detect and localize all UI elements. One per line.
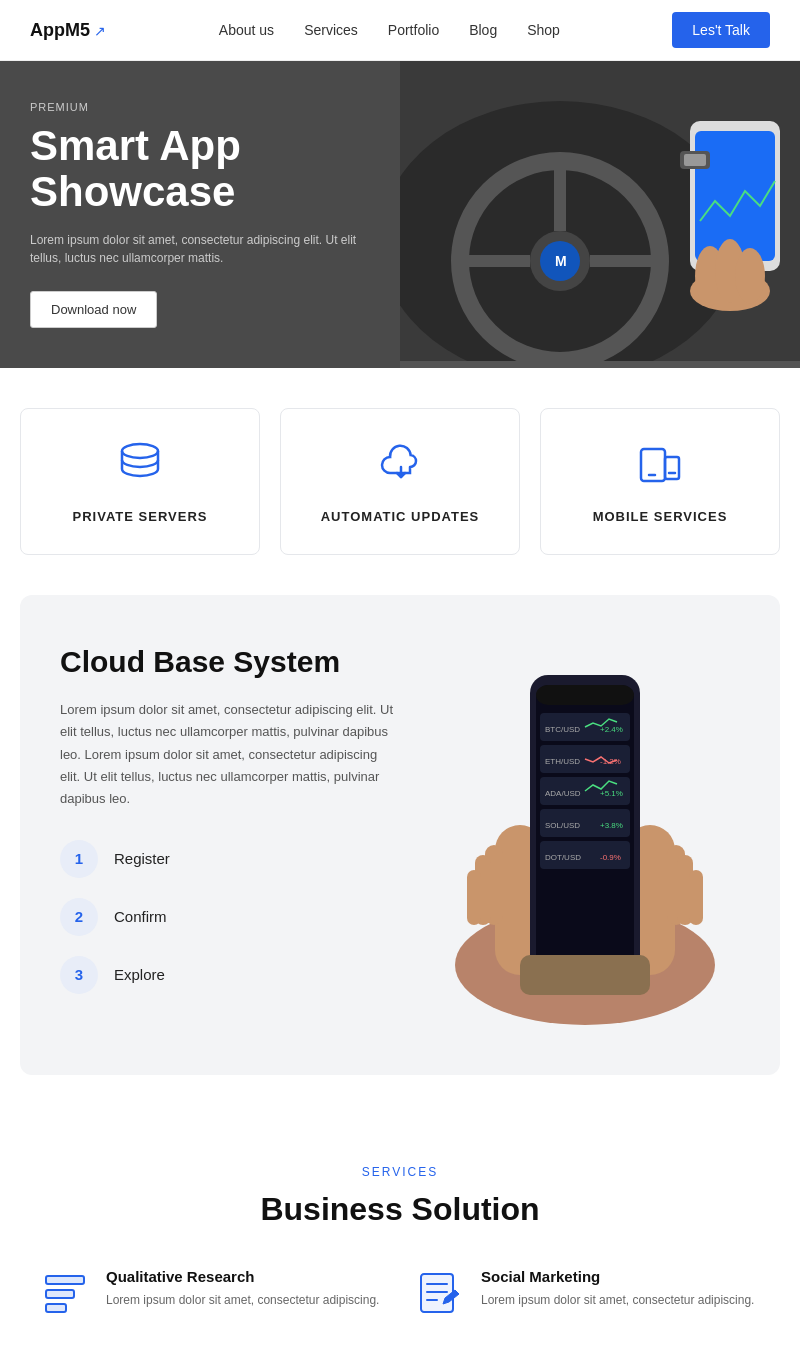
cloud-section: Cloud Base System Lorem ipsum dolor sit … [20,595,780,1075]
qualitative-research-text: Qualitative Research Lorem ipsum dolor s… [106,1268,379,1309]
phone-hands-image: BTC/USD +2.4% ETH/USD -1.2% ADA/USD +5.1… [445,645,725,1025]
svg-text:+5.1%: +5.1% [600,789,623,798]
step-2-number: 2 [60,898,98,936]
cloud-left-content: Cloud Base System Lorem ipsum dolor sit … [60,645,400,993]
step-explore: 3 Explore [60,956,400,994]
nav-link-blog[interactable]: Blog [469,22,497,38]
cloud-description: Lorem ipsum dolor sit amet, consectetur … [60,699,400,809]
svg-rect-34 [536,685,634,705]
svg-text:M: M [555,253,567,269]
qualitative-research-desc: Lorem ipsum dolor sit amet, consectetur … [106,1291,379,1309]
svg-text:SOL/USD: SOL/USD [545,821,580,830]
cloud-download-icon [375,439,425,493]
svg-text:+2.4%: +2.4% [600,725,623,734]
features-section: PRIVATE SERVERS AUTOMATIC UPDATES MOBILE… [0,368,800,595]
services-title: Business Solution [30,1191,770,1228]
feature-card-private-servers: PRIVATE SERVERS [20,408,260,555]
automatic-updates-label: AUTOMATIC UPDATES [321,509,480,524]
svg-point-14 [735,248,765,304]
nav-link-services[interactable]: Services [304,22,358,38]
navbar: AppM5 ↗ About us Services Portfolio Blog… [0,0,800,61]
svg-rect-31 [689,870,703,925]
social-marketing-text: Social Marketing Lorem ipsum dolor sit a… [481,1268,754,1309]
step-register: 1 Register [60,840,400,878]
svg-rect-20 [665,457,679,479]
service-social-marketing: Social Marketing Lorem ipsum dolor sit a… [415,1268,760,1318]
svg-rect-51 [46,1276,84,1284]
nav-link-about[interactable]: About us [219,22,274,38]
download-now-button[interactable]: Download now [30,291,157,328]
svg-text:DOT/USD: DOT/USD [545,853,581,862]
feature-card-automatic-updates: AUTOMATIC UPDATES [280,408,520,555]
steps-list: 1 Register 2 Confirm 3 Explore [60,840,400,994]
step-2-label: Confirm [114,908,167,925]
svg-rect-16 [684,154,706,166]
edit-icon [415,1268,465,1318]
social-marketing-name: Social Marketing [481,1268,754,1285]
svg-rect-55 [46,1304,66,1312]
cloud-section-wrapper: Cloud Base System Lorem ipsum dolor sit … [0,595,800,1105]
cloud-right-image: BTC/USD +2.4% ETH/USD -1.2% ADA/USD +5.1… [430,645,740,1025]
svg-rect-27 [467,870,481,925]
step-3-number: 3 [60,956,98,994]
lets-talk-button[interactable]: Les't Talk [672,12,770,48]
nav-links: About us Services Portfolio Blog Shop [219,21,560,39]
step-confirm: 2 Confirm [60,898,400,936]
svg-rect-53 [46,1290,74,1298]
hero-premium-label: PREMIUM [30,101,370,113]
hero-description: Lorem ipsum dolor sit amet, consectetur … [30,231,370,267]
step-3-label: Explore [114,966,165,983]
logo-arrow-icon: ↗ [94,23,106,39]
hero-title: Smart App Showcase [30,123,370,215]
step-1-number: 1 [60,840,98,878]
feature-card-mobile-services: MOBILE SERVICES [540,408,780,555]
svg-text:+3.8%: +3.8% [600,821,623,830]
svg-text:ETH/USD: ETH/USD [545,757,580,766]
hero-car-image: M [400,61,800,361]
nav-logo: AppM5 ↗ [30,20,106,41]
step-1-label: Register [114,850,170,867]
hero-image: M [400,61,800,368]
svg-point-17 [122,444,158,458]
nav-link-shop[interactable]: Shop [527,22,560,38]
database-icon [115,439,165,493]
service-qualitative-research: Qualitative Research Lorem ipsum dolor s… [40,1268,385,1318]
services-section: SERVICES Business Solution Qualitative R… [0,1105,800,1350]
service-items: Qualitative Research Lorem ipsum dolor s… [30,1268,770,1318]
private-servers-label: PRIVATE SERVERS [73,509,208,524]
qualitative-research-name: Qualitative Research [106,1268,379,1285]
svg-text:BTC/USD: BTC/USD [545,725,580,734]
mobile-services-label: MOBILE SERVICES [593,509,728,524]
hero-content: PREMIUM Smart App Showcase Lorem ipsum d… [0,61,400,368]
social-marketing-desc: Lorem ipsum dolor sit amet, consectetur … [481,1291,754,1309]
nav-link-portfolio[interactable]: Portfolio [388,22,439,38]
devices-icon [635,439,685,493]
logo-text: AppM5 [30,20,90,40]
list-icon [40,1268,90,1318]
svg-text:ADA/USD: ADA/USD [545,789,581,798]
services-section-label: SERVICES [30,1165,770,1179]
svg-rect-50 [520,955,650,995]
hero-section: PREMIUM Smart App Showcase Lorem ipsum d… [0,61,800,368]
cloud-title: Cloud Base System [60,645,400,679]
svg-text:-0.9%: -0.9% [600,853,621,862]
